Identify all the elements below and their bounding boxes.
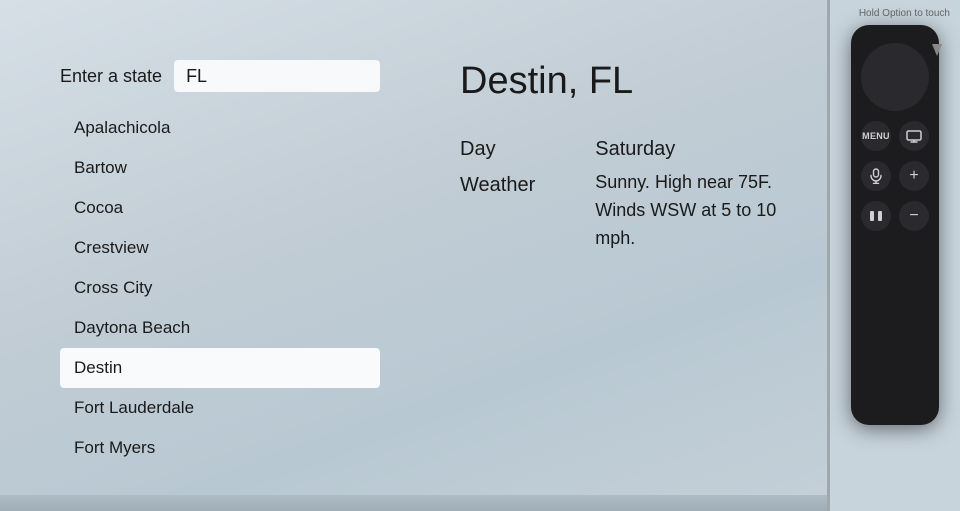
volume-down-button[interactable]: − [899,201,929,231]
city-item[interactable]: Bartow [60,148,380,188]
day-label: Day [460,133,535,165]
menu-button[interactable]: MENU [861,121,891,151]
menu-tv-row: MENU [861,121,929,151]
tv-button[interactable] [899,121,929,151]
play-minus-row: − [861,201,929,231]
hold-option-label: Hold Option to touch [830,0,960,19]
play-pause-button[interactable] [861,201,891,231]
city-item[interactable]: Cross City [60,268,380,308]
city-item[interactable]: Crestview [60,228,380,268]
tv-screen: Enter a state FL ApalachicolaBartowCocoa… [0,0,830,511]
state-label: Enter a state [60,66,162,87]
city-list-panel: Enter a state FL ApalachicolaBartowCocoa… [60,60,380,468]
remote-body: MENU + [851,25,939,425]
city-title: Destin, FL [460,60,787,103]
weather-values: Saturday Sunny. High near 75F. Winds WSW… [595,133,787,253]
remote-panel: Hold Option to touch MENU [830,0,960,511]
day-value: Saturday [595,133,787,165]
weather-detail-panel: Destin, FL Day Weather Saturday Sunny. H… [380,60,787,253]
city-item[interactable]: Daytona Beach [60,308,380,348]
remote-touchpad[interactable] [861,43,929,111]
city-item[interactable]: Fort Myers [60,428,380,468]
mic-button[interactable] [861,161,891,191]
weather-description: Sunny. High near 75F. Winds WSW at 5 to … [595,169,787,253]
tv-bottom-bar [0,495,827,511]
mic-plus-row: + [861,161,929,191]
weather-labels: Day Weather [460,133,535,253]
city-item[interactable]: Cocoa [60,188,380,228]
weather-row: Day Weather Saturday Sunny. High near 75… [460,133,787,253]
cursor-arrow [932,44,942,58]
city-item[interactable]: Destin [60,348,380,388]
city-item[interactable]: Apalachicola [60,108,380,148]
volume-up-button[interactable]: + [899,161,929,191]
weather-label: Weather [460,169,535,201]
city-list: ApalachicolaBartowCocoaCrestviewCross Ci… [60,108,380,468]
state-input[interactable]: FL [174,60,380,92]
state-input-row: Enter a state FL [60,60,380,92]
city-item[interactable]: Fort Lauderdale [60,388,380,428]
